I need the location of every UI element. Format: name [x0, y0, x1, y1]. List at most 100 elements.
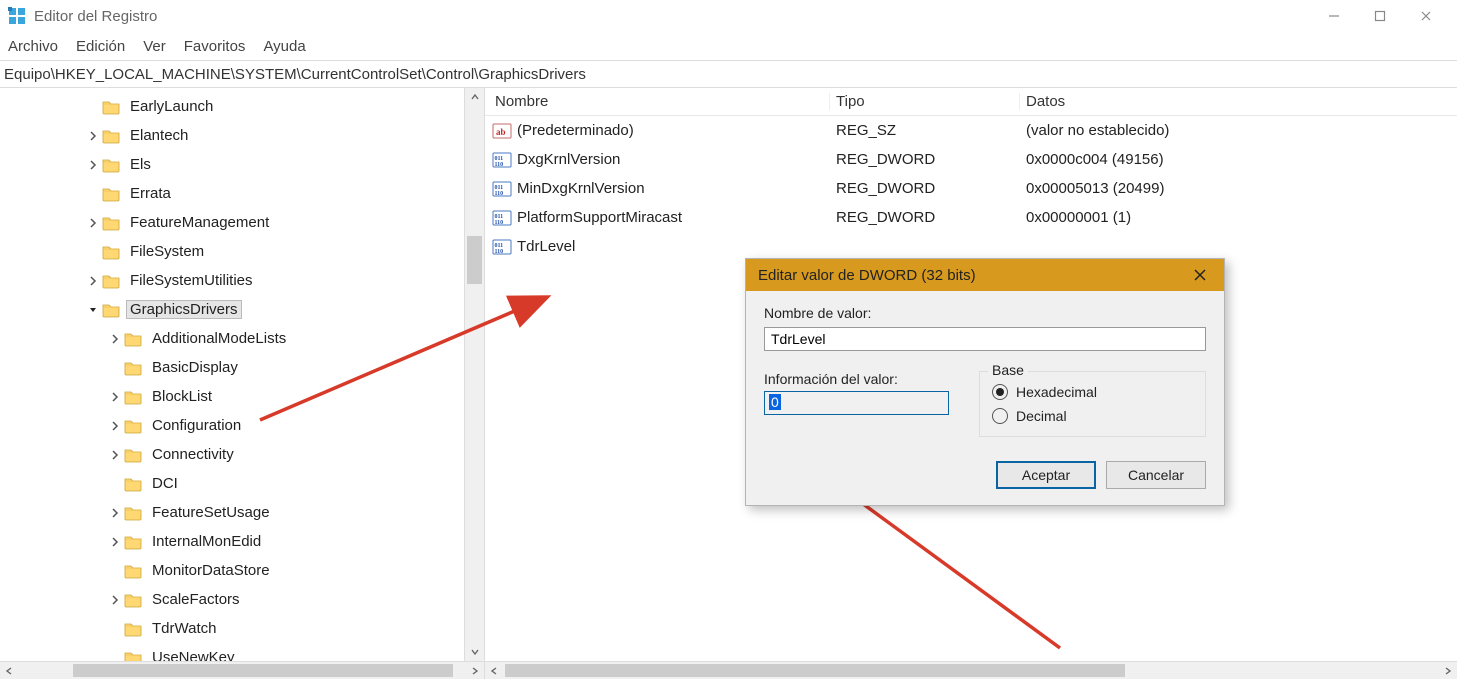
tree-item-label: Elantech — [130, 127, 188, 144]
close-button[interactable] — [1403, 2, 1449, 30]
tree-item[interactable]: GraphicsDrivers — [0, 295, 484, 324]
menubar: Archivo Edición Ver Favoritos Ayuda — [0, 32, 1457, 60]
folder-icon — [102, 99, 120, 115]
value-row[interactable]: ab(Predeterminado)REG_SZ(valor no establ… — [485, 116, 1457, 145]
list-header: Nombre Tipo Datos — [485, 88, 1457, 116]
chevron-right-icon[interactable] — [86, 158, 100, 172]
chevron-right-icon[interactable] — [108, 506, 122, 520]
chevron-right-icon[interactable] — [108, 419, 122, 433]
chevron-right-icon[interactable] — [108, 332, 122, 346]
chevron-right-icon[interactable] — [86, 216, 100, 230]
dword-value-icon: 011110 — [491, 237, 513, 257]
tree-item[interactable]: Els — [0, 150, 484, 179]
chevron-right-icon[interactable] — [108, 535, 122, 549]
tree-item[interactable]: MonitorDataStore — [0, 556, 484, 585]
value-row[interactable]: 011110MinDxgKrnlVersionREG_DWORD0x000050… — [485, 174, 1457, 203]
tree-item[interactable]: BlockList — [0, 382, 484, 411]
dword-value-icon: 011110 — [491, 208, 513, 228]
base-group-label: Base — [988, 362, 1028, 378]
svg-text:110: 110 — [495, 249, 504, 255]
value-name: MinDxgKrnlVersion — [517, 180, 645, 197]
base-groupbox: Base Hexadecimal Decimal — [979, 371, 1206, 437]
tree-item[interactable]: AdditionalModeLists — [0, 324, 484, 353]
maximize-button[interactable] — [1357, 2, 1403, 30]
tree-item[interactable]: Connectivity — [0, 440, 484, 469]
tree-item-label: DCI — [152, 475, 178, 492]
menu-edicion[interactable]: Edición — [76, 38, 125, 55]
tree-item[interactable]: EarlyLaunch — [0, 92, 484, 121]
chevron-right-icon[interactable] — [108, 593, 122, 607]
tree-item[interactable]: FileSystem — [0, 237, 484, 266]
menu-ver[interactable]: Ver — [143, 38, 166, 55]
registry-tree[interactable]: EarlyLaunch Elantech ElsErrataFeatureManag… — [0, 88, 484, 661]
scroll-thumb[interactable] — [467, 236, 482, 284]
scroll-right-icon[interactable] — [1439, 666, 1457, 676]
tree-item-label: UseNewKey — [152, 649, 235, 661]
scroll-up-icon[interactable] — [465, 88, 484, 106]
chevron-right-icon[interactable] — [108, 448, 122, 462]
tree-item[interactable]: UseNewKey — [0, 643, 484, 661]
value-row[interactable]: 011110TdrLevel — [485, 232, 1457, 261]
scroll-down-icon[interactable] — [465, 643, 484, 661]
chevron-right-icon[interactable] — [86, 129, 100, 143]
tree-item[interactable]: Elantech — [0, 121, 484, 150]
value-name-field[interactable] — [764, 327, 1206, 351]
tree-item[interactable]: BasicDisplay — [0, 353, 484, 382]
radio-hexadecimal[interactable]: Hexadecimal — [992, 384, 1193, 400]
tree-vertical-scrollbar[interactable] — [464, 88, 484, 661]
edit-dword-dialog: Editar valor de DWORD (32 bits) Nombre d… — [745, 258, 1225, 506]
column-data[interactable]: Datos — [1020, 93, 1457, 110]
folder-icon — [102, 157, 120, 173]
chevron-right-icon[interactable] — [108, 390, 122, 404]
value-data-field[interactable]: 0 — [764, 391, 949, 415]
folder-icon — [124, 505, 142, 521]
svg-text:110: 110 — [495, 191, 504, 197]
dialog-close-button[interactable] — [1188, 263, 1212, 287]
tree-item[interactable]: FileSystemUtilities — [0, 266, 484, 295]
value-name-label: Nombre de valor: — [764, 305, 1206, 321]
tree-item[interactable]: FeatureSetUsage — [0, 498, 484, 527]
tree-horizontal-scrollbar[interactable] — [0, 662, 485, 679]
value-name: DxgKrnlVersion — [517, 151, 620, 168]
scroll-right-icon[interactable] — [466, 666, 484, 676]
tree-item[interactable]: DCI — [0, 469, 484, 498]
scroll-thumb[interactable] — [73, 664, 453, 677]
menu-ayuda[interactable]: Ayuda — [263, 38, 305, 55]
dialog-titlebar[interactable]: Editar valor de DWORD (32 bits) — [746, 259, 1224, 291]
tree-item[interactable]: Configuration — [0, 411, 484, 440]
scroll-left-icon[interactable] — [0, 666, 18, 676]
tree-item[interactable]: InternalMonEdid — [0, 527, 484, 556]
column-type[interactable]: Tipo — [830, 93, 1020, 110]
scroll-left-icon[interactable] — [485, 666, 503, 676]
tree-item[interactable]: ScaleFactors — [0, 585, 484, 614]
menu-favoritos[interactable]: Favoritos — [184, 38, 246, 55]
radio-unchecked-icon — [992, 408, 1008, 424]
cancel-button[interactable]: Cancelar — [1106, 461, 1206, 489]
value-data-label: Información del valor: — [764, 371, 949, 387]
chevron-right-icon[interactable] — [86, 274, 100, 288]
value-data: (valor no establecido) — [1020, 122, 1457, 139]
accept-button[interactable]: Aceptar — [996, 461, 1096, 489]
values-list[interactable]: ab(Predeterminado)REG_SZ(valor no establ… — [485, 116, 1457, 261]
tree-item[interactable]: Errata — [0, 179, 484, 208]
scroll-thumb[interactable] — [505, 664, 1125, 677]
radio-decimal[interactable]: Decimal — [992, 408, 1193, 424]
value-row[interactable]: 011110DxgKrnlVersionREG_DWORD0x0000c004 … — [485, 145, 1457, 174]
value-row[interactable]: 011110PlatformSupportMiracastREG_DWORD0x… — [485, 203, 1457, 232]
value-name: (Predeterminado) — [517, 122, 634, 139]
folder-icon — [102, 244, 120, 260]
folder-icon — [102, 128, 120, 144]
address-text: Equipo\HKEY_LOCAL_MACHINE\SYSTEM\Current… — [4, 66, 586, 83]
address-bar[interactable]: Equipo\HKEY_LOCAL_MACHINE\SYSTEM\Current… — [0, 60, 1457, 88]
folder-icon — [124, 389, 142, 405]
list-horizontal-scrollbar[interactable] — [485, 662, 1457, 679]
menu-archivo[interactable]: Archivo — [8, 38, 58, 55]
column-name[interactable]: Nombre — [485, 93, 830, 110]
chevron-down-icon[interactable] — [86, 303, 100, 317]
value-type: REG_DWORD — [830, 151, 1020, 168]
string-value-icon: ab — [491, 121, 513, 141]
minimize-button[interactable] — [1311, 2, 1357, 30]
tree-item[interactable]: TdrWatch — [0, 614, 484, 643]
tree-item[interactable]: FeatureManagement — [0, 208, 484, 237]
folder-icon — [124, 592, 142, 608]
